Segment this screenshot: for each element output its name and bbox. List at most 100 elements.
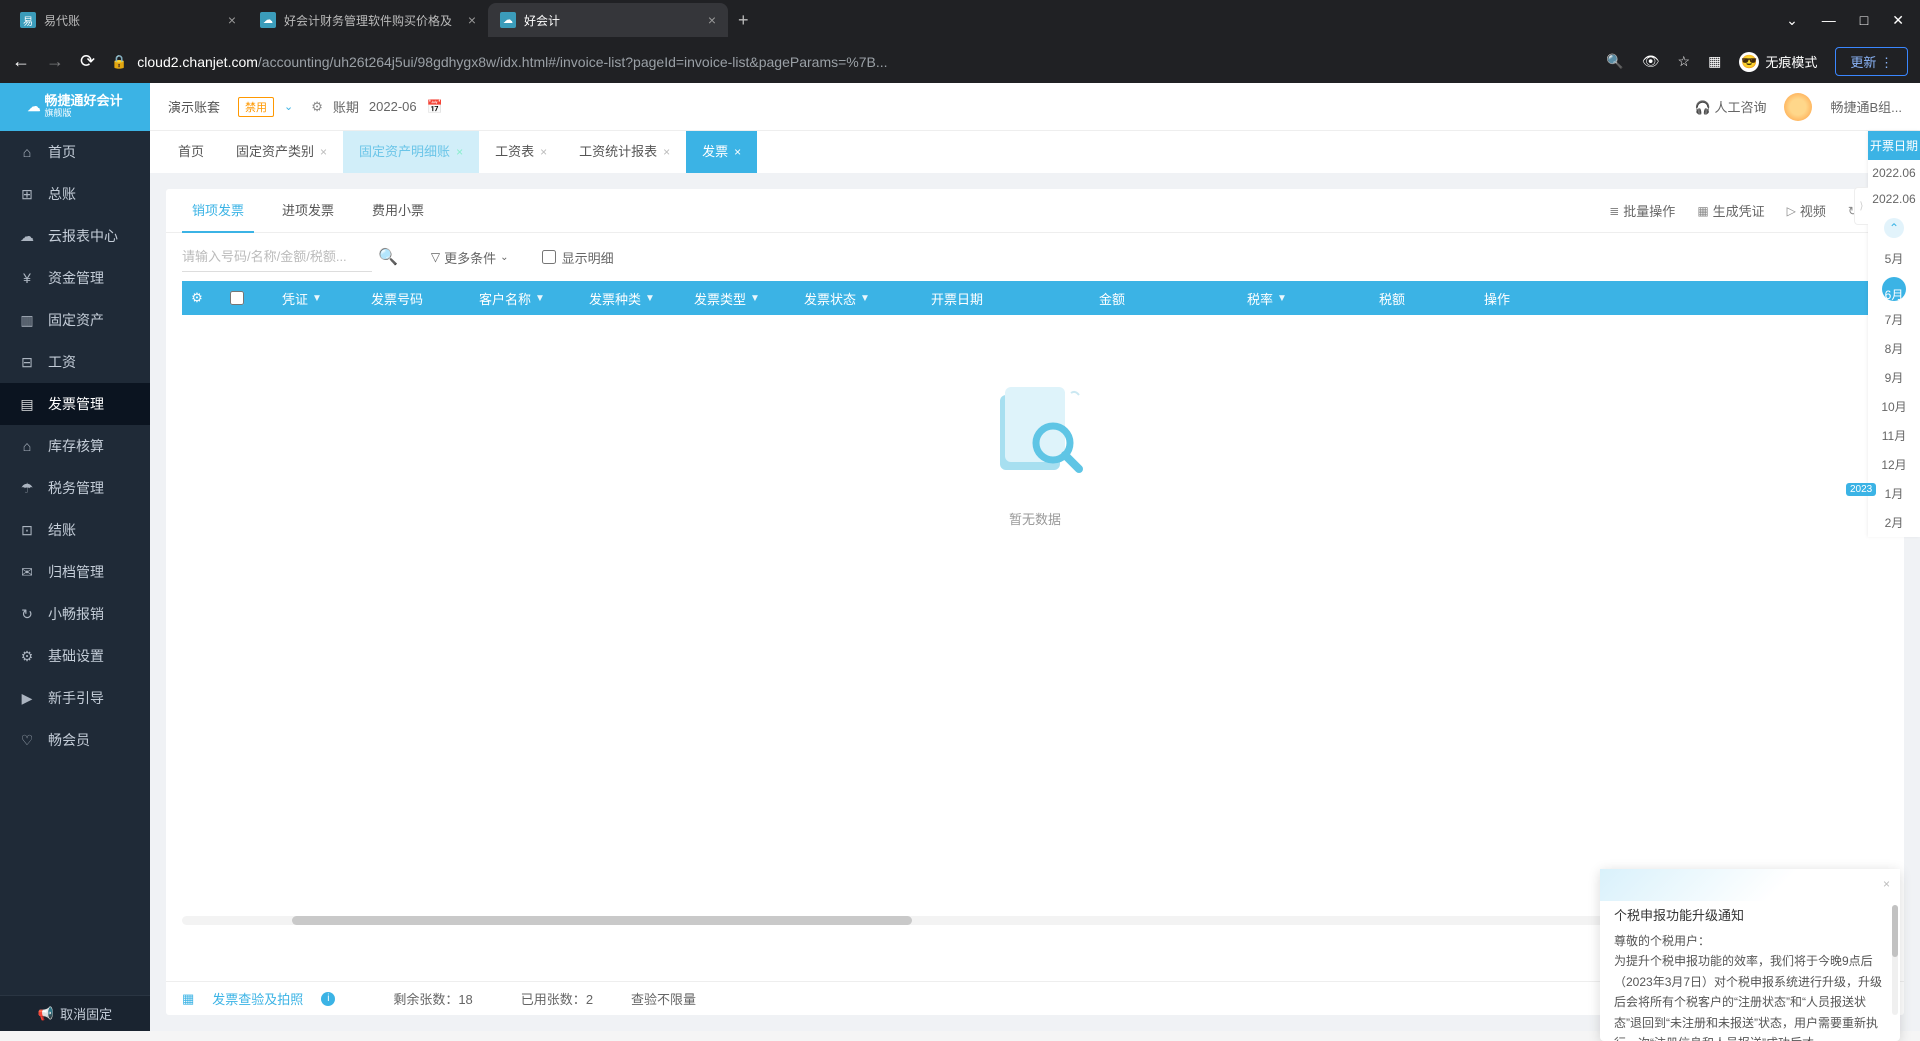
calendar-icon[interactable]: 📅: [427, 99, 443, 115]
reload-icon[interactable]: ⟳: [80, 51, 95, 72]
show-detail-checkbox[interactable]: 显示明细: [542, 248, 614, 267]
more-conditions-button[interactable]: ▽ 更多条件 ⌄: [422, 243, 518, 272]
search-icon[interactable]: 🔍: [378, 247, 398, 267]
th-invoice-status[interactable]: 发票状态▼: [782, 289, 892, 308]
sidebar-item-expense[interactable]: ↻小畅报销: [0, 593, 150, 635]
close-icon[interactable]: ×: [456, 131, 463, 173]
video-button[interactable]: ▷视频: [1787, 201, 1826, 220]
th-issue-date[interactable]: 开票日期: [892, 289, 1022, 308]
generate-voucher-button[interactable]: ▦生成凭证: [1697, 201, 1764, 220]
extensions-icon[interactable]: ▦: [1708, 53, 1721, 70]
filter-icon[interactable]: ▼: [1277, 293, 1287, 304]
rail-month[interactable]: 9月: [1868, 363, 1920, 392]
filter-icon[interactable]: ▼: [312, 293, 322, 304]
new-tab-button[interactable]: +: [728, 10, 759, 31]
rail-month[interactable]: 10月: [1868, 392, 1920, 421]
page-tab-asset-category[interactable]: 固定资产类别×: [220, 131, 343, 173]
back-icon[interactable]: ←: [12, 51, 30, 72]
user-name[interactable]: 畅捷通B组...: [1830, 97, 1902, 116]
rail-month[interactable]: 2月: [1868, 508, 1920, 537]
select-all-checkbox[interactable]: [230, 291, 244, 305]
account-name[interactable]: 演示账套: [150, 97, 238, 116]
eye-off-icon[interactable]: 👁: [1642, 53, 1660, 70]
sub-tab-expense-receipt[interactable]: 费用小票: [362, 189, 434, 233]
maximize-icon[interactable]: □: [1860, 12, 1868, 29]
filter-icon[interactable]: ▼: [860, 293, 870, 304]
url-bar[interactable]: 🔒 cloud2.chanjet.com/accounting/uh26t264…: [111, 54, 1590, 70]
gear-icon[interactable]: ⚙: [311, 99, 323, 115]
tab-close-icon[interactable]: ×: [228, 12, 236, 28]
sub-tab-purchase-invoice[interactable]: 进项发票: [272, 189, 344, 233]
close-icon[interactable]: ×: [734, 131, 741, 173]
update-button[interactable]: 更新 ⋮: [1835, 47, 1908, 76]
rail-collapse-button[interactable]: ⟩: [1854, 187, 1868, 225]
th-tax-rate[interactable]: 税率▼: [1202, 289, 1332, 308]
rail-month-current[interactable]: 6月: [1882, 277, 1906, 301]
sidebar-item-ledger[interactable]: ⊞总账: [0, 173, 150, 215]
rail-month[interactable]: 5月: [1868, 244, 1920, 273]
close-window-icon[interactable]: ✕: [1892, 12, 1904, 29]
close-icon[interactable]: ×: [540, 131, 547, 173]
page-tab-home[interactable]: 首页: [162, 131, 220, 173]
rail-year[interactable]: 2022.06: [1872, 160, 1915, 186]
filter-icon[interactable]: ▼: [535, 293, 545, 304]
filter-icon[interactable]: ▼: [750, 293, 760, 304]
sidebar-item-guide[interactable]: ▶新手引导: [0, 677, 150, 719]
close-icon[interactable]: ×: [320, 131, 327, 173]
browser-tab-active[interactable]: ☁ 好会计 ×: [488, 3, 728, 37]
sidebar-item-salary[interactable]: ⊟工资: [0, 341, 150, 383]
support-link[interactable]: 🎧 人工咨询: [1695, 97, 1767, 116]
sidebar-unpin-button[interactable]: 📢取消固定: [0, 995, 150, 1031]
sidebar-item-archive[interactable]: ✉归档管理: [0, 551, 150, 593]
avatar[interactable]: [1784, 93, 1812, 121]
sidebar-item-home[interactable]: ⌂首页: [0, 131, 150, 173]
th-invoice-type[interactable]: 发票类型▼: [672, 289, 782, 308]
zoom-icon[interactable]: 🔍: [1606, 53, 1623, 70]
th-invoice-kind[interactable]: 发票种类▼: [572, 289, 672, 308]
close-icon[interactable]: ×: [1883, 877, 1890, 891]
sub-tab-sales-invoice[interactable]: 销项发票: [182, 189, 254, 233]
usage-badge[interactable]: 禁用: [238, 97, 274, 117]
scroll-up-icon[interactable]: ⌃: [1884, 218, 1904, 238]
sidebar-item-closing[interactable]: ⊡结账: [0, 509, 150, 551]
tab-close-icon[interactable]: ×: [708, 12, 716, 28]
sidebar-item-report[interactable]: ☁云报表中心: [0, 215, 150, 257]
browser-tab[interactable]: 易 易代账 ×: [8, 3, 248, 37]
rail-month[interactable]: 12月: [1868, 450, 1920, 479]
close-icon[interactable]: ×: [663, 131, 670, 173]
th-customer[interactable]: 客户名称▼: [452, 289, 572, 308]
sidebar-item-tax[interactable]: ☂税务管理: [0, 467, 150, 509]
sidebar-item-settings[interactable]: ⚙基础设置: [0, 635, 150, 677]
chevron-down-icon[interactable]: ⌄: [1786, 12, 1798, 29]
th-amount[interactable]: 金额: [1022, 289, 1202, 308]
rail-month[interactable]: 8月: [1868, 334, 1920, 363]
sidebar-item-invoice[interactable]: ▤发票管理: [0, 383, 150, 425]
rail-year[interactable]: 2022.06: [1872, 186, 1915, 212]
th-checkbox[interactable]: [212, 291, 262, 305]
sidebar-item-member[interactable]: ♡畅会员: [0, 719, 150, 761]
search-input[interactable]: [182, 242, 372, 272]
rail-month[interactable]: 11月: [1868, 421, 1920, 450]
verify-label[interactable]: 发票查验及拍照: [212, 989, 303, 1008]
tab-close-icon[interactable]: ×: [468, 12, 476, 28]
page-tab-asset-detail[interactable]: 固定资产明细账×: [343, 131, 479, 173]
scrollbar-thumb[interactable]: [292, 916, 912, 925]
minimize-icon[interactable]: ―: [1822, 12, 1836, 29]
notification-scrollbar[interactable]: [1892, 905, 1898, 1015]
scrollbar-thumb[interactable]: [1892, 905, 1898, 957]
sidebar-item-funds[interactable]: ¥资金管理: [0, 257, 150, 299]
filter-icon[interactable]: ▼: [645, 293, 655, 304]
browser-tab[interactable]: ☁ 好会计财务管理软件购买价格及 ×: [248, 3, 488, 37]
th-settings[interactable]: ⚙: [182, 290, 212, 306]
page-tab-salary-report[interactable]: 工资统计报表×: [563, 131, 686, 173]
page-tab-invoice[interactable]: 发票×: [686, 131, 757, 173]
sidebar-item-inventory[interactable]: ⌂库存核算: [0, 425, 150, 467]
checkbox-input[interactable]: [542, 250, 556, 264]
th-voucher[interactable]: 凭证▼: [262, 289, 342, 308]
info-icon[interactable]: i: [321, 992, 335, 1006]
th-tax-amount[interactable]: 税额: [1332, 289, 1452, 308]
sidebar-item-assets[interactable]: ▥固定资产: [0, 299, 150, 341]
page-tab-salary[interactable]: 工资表×: [479, 131, 563, 173]
period-selector[interactable]: ⚙ 账期 2022-06 📅: [311, 97, 443, 116]
rail-month[interactable]: 7月: [1868, 305, 1920, 334]
